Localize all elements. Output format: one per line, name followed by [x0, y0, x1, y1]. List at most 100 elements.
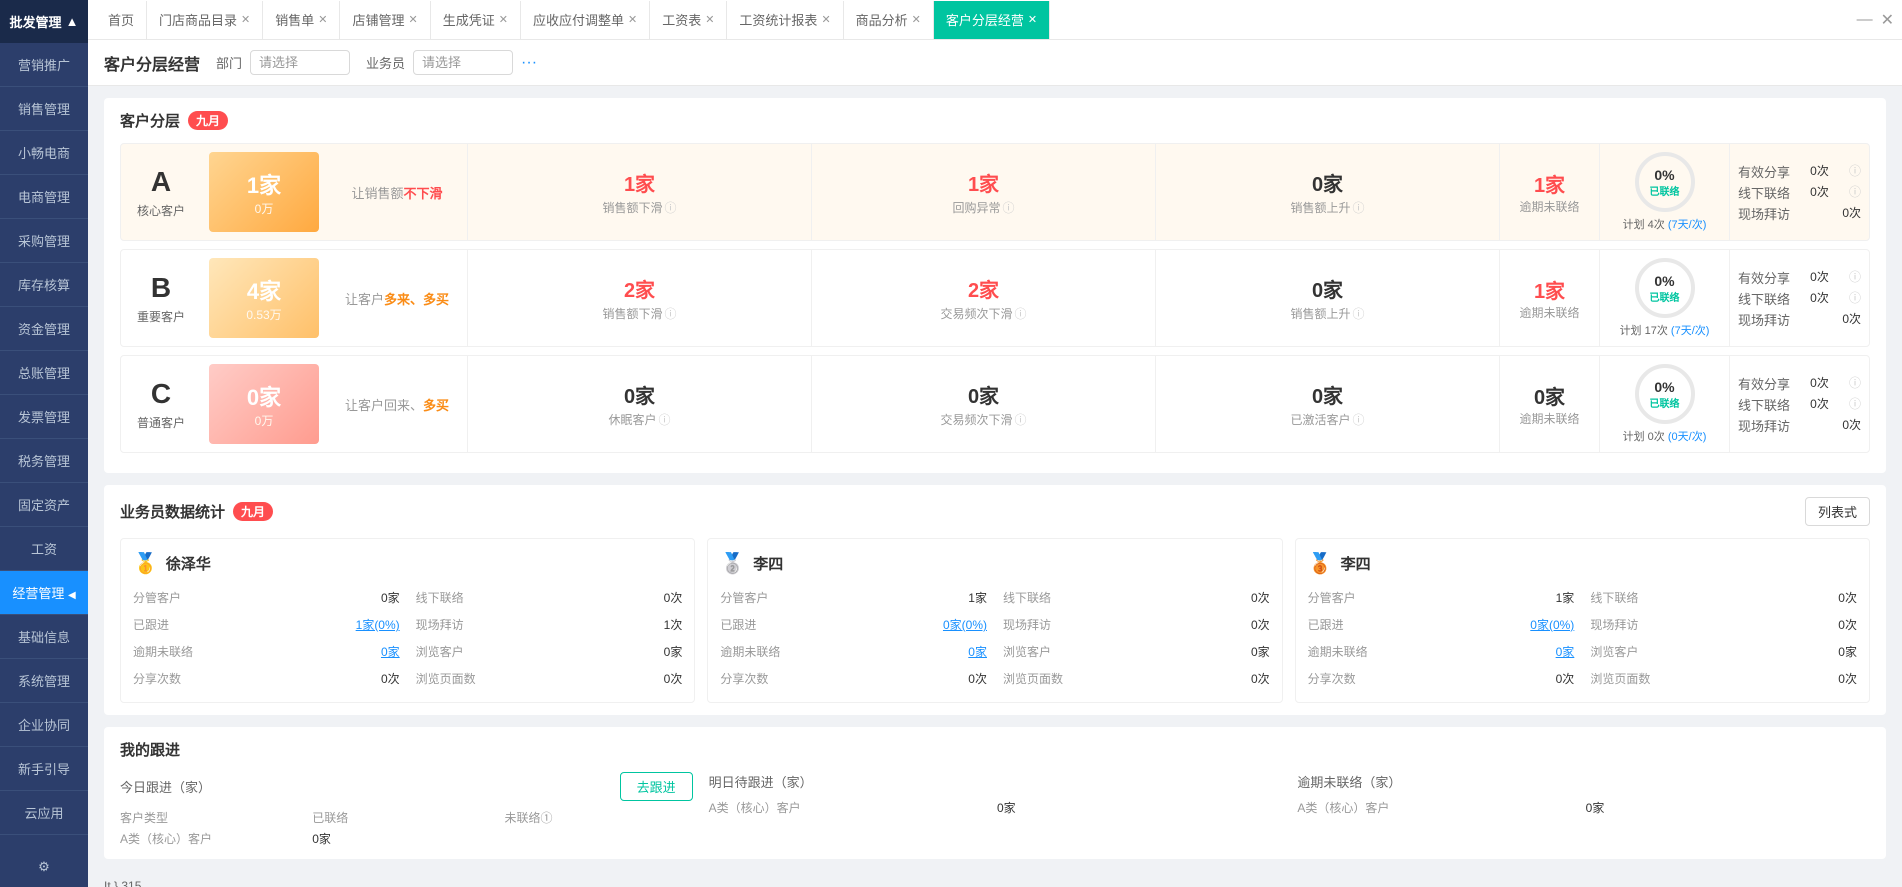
- tab-payroll[interactable]: 工资表 ✕: [650, 1, 727, 39]
- staff-section-header: 业务员数据统计 九月 列表式: [120, 497, 1870, 526]
- close-icon[interactable]: ✕: [705, 13, 714, 26]
- sidebar-item-yingxiao[interactable]: 营销推广: [0, 43, 88, 87]
- sidebar-header[interactable]: 批发管理 ▲: [0, 0, 88, 43]
- sidebar-item-xitong[interactable]: 系统管理: [0, 659, 88, 703]
- tier-label-c: C 普通客户: [121, 356, 201, 452]
- tier-count-a: 1家 0万: [209, 152, 319, 232]
- tab-generate-voucher[interactable]: 生成凭证 ✕: [431, 1, 521, 39]
- tab-bar: 首页 门店商品目录 ✕ 销售单 ✕ 店铺管理 ✕ 生成凭证 ✕ 应收应付调整单 …: [88, 0, 1902, 40]
- follow-tomorrow: 明日待跟进（家） A类（核心）客户 0家: [709, 772, 1282, 816]
- staff-name-1: 徐泽华: [166, 553, 211, 574]
- minimize-icon[interactable]: —: [1857, 11, 1873, 29]
- tab-receivable[interactable]: 应收应付调整单 ✕: [521, 1, 650, 39]
- sidebar-item-xinshouyindao[interactable]: 新手引导: [0, 747, 88, 791]
- staff-stat-row: 浏览客户 0家: [416, 640, 683, 663]
- close-icon[interactable]: ✕: [499, 13, 508, 26]
- staff-name-3: 李四: [1341, 553, 1371, 574]
- close-icon[interactable]: ✕: [409, 13, 418, 26]
- tier-stat-a-1[interactable]: 1家 销售额下滑 ⓘ: [467, 144, 811, 240]
- sidebar-item-caigou[interactable]: 采购管理: [0, 219, 88, 263]
- tier-stat-b-2[interactable]: 2家 交易频次下滑 ⓘ: [811, 250, 1155, 346]
- staff-card-3: 🥉 李四 分管客户 1家 线下联络 0次 已跟进: [1295, 538, 1870, 703]
- close-window-icon[interactable]: ✕: [1881, 10, 1894, 30]
- follow-content: 今日跟进（家） 去跟进 客户类型 已联络 未联络① A类（核心）客户 0家: [120, 772, 1870, 847]
- staff-stat-row: 浏览客户 0家: [1003, 640, 1270, 663]
- sidebar-settings[interactable]: ⚙: [0, 847, 88, 887]
- bronze-medal-icon: 🥉: [1308, 551, 1333, 576]
- tab-shop-goods[interactable]: 门店商品目录 ✕: [147, 1, 263, 39]
- sidebar-item-jingying[interactable]: 经营管理 ◀: [0, 571, 88, 615]
- staff-stat-row: 逾期未联络 0家: [133, 640, 400, 663]
- tab-goods-analysis[interactable]: 商品分析 ✕: [844, 1, 934, 39]
- close-icon[interactable]: ✕: [821, 13, 830, 26]
- staff-section: 业务员数据统计 九月 列表式 🥇 徐泽华 分管客户 0家: [104, 485, 1886, 715]
- close-icon[interactable]: ✕: [1028, 13, 1037, 26]
- staff-stat-row: 线下联络 0次: [1003, 586, 1270, 609]
- staff-section-title: 业务员数据统计 九月: [120, 501, 273, 522]
- content-area: 客户分层 九月 A 核心客户 1家 0万 让销售额不下滑 1家 销售额下滑: [88, 86, 1902, 887]
- sidebar-item-shuiwu[interactable]: 税务管理: [0, 439, 88, 483]
- staff-select[interactable]: 请选择: [413, 50, 513, 75]
- close-icon[interactable]: ✕: [318, 13, 327, 26]
- staff-card-1: 🥇 徐泽华 分管客户 0家 线下联络 0次 已跟进: [120, 538, 695, 703]
- customer-tier-title: 客户分层 九月: [120, 110, 1870, 131]
- sidebar-item-dianshang[interactable]: 电商管理: [0, 175, 88, 219]
- filter-more-icon[interactable]: ···: [521, 54, 537, 72]
- tier-contact-b[interactable]: 1家 逾期未联络: [1499, 250, 1599, 346]
- progress-circle-a: 0% 已联络: [1635, 152, 1695, 212]
- customer-tier-section: 客户分层 九月 A 核心客户 1家 0万 让销售额不下滑 1家 销售额下滑: [104, 98, 1886, 473]
- sidebar-item-kucun[interactable]: 库存核算: [0, 263, 88, 307]
- staff-card-2: 🥈 李四 分管客户 1家 线下联络 0次 已跟进: [707, 538, 1282, 703]
- sidebar-item-qiyexietong[interactable]: 企业协同: [0, 703, 88, 747]
- staff-name-2: 李四: [753, 553, 783, 574]
- tier-contact-c[interactable]: 0家 逾期未联络: [1499, 356, 1599, 452]
- staff-stat-row: 现场拜访 0次: [1003, 613, 1270, 636]
- follow-overdue-title: 逾期未联络（家）: [1297, 775, 1401, 790]
- tier-stat-b-3[interactable]: 0家 销售额上升 ⓘ: [1155, 250, 1499, 346]
- tier-stat-a-2[interactable]: 1家 回购异常 ⓘ: [811, 144, 1155, 240]
- gold-medal-icon: 🥇: [133, 551, 158, 576]
- tab-payroll-report[interactable]: 工资统计报表 ✕: [727, 1, 843, 39]
- sidebar-item-zijin[interactable]: 资金管理: [0, 307, 88, 351]
- tier-stat-c-3[interactable]: 0家 已激活客户 ⓘ: [1155, 356, 1499, 452]
- staff-stat-row: 线下联络 0次: [416, 586, 683, 609]
- tier-stat-b-1[interactable]: 2家 销售额下滑 ⓘ: [467, 250, 811, 346]
- tier-right-stats-c: 有效分享0次ⓘ 线下联络0次ⓘ 现场拜访0次: [1729, 356, 1869, 452]
- close-icon[interactable]: ✕: [628, 13, 637, 26]
- sidebar-item-fapiao[interactable]: 发票管理: [0, 395, 88, 439]
- dept-select[interactable]: 请选择: [250, 50, 350, 75]
- tier-stat-c-2[interactable]: 0家 交易频次下滑 ⓘ: [811, 356, 1155, 452]
- month-badge: 九月: [188, 111, 228, 130]
- tier-stat-a-3[interactable]: 0家 销售额上升 ⓘ: [1155, 144, 1499, 240]
- staff-stat-row: 逾期未联络 0家: [1308, 640, 1575, 663]
- tab-shop-manage[interactable]: 店铺管理 ✕: [340, 1, 430, 39]
- tab-customer-tier[interactable]: 客户分层经营 ✕: [934, 1, 1050, 39]
- sidebar-item-xiaoshou[interactable]: 销售管理: [0, 87, 88, 131]
- staff-stat-row: 现场拜访 1次: [416, 613, 683, 636]
- tier-label-a: A 核心客户: [121, 144, 201, 240]
- close-icon[interactable]: ✕: [912, 13, 921, 26]
- staff-month-badge: 九月: [233, 502, 273, 521]
- sidebar-item-xiaochangdianshang[interactable]: 小畅电商: [0, 131, 88, 175]
- close-icon[interactable]: ✕: [241, 13, 250, 26]
- staff-label: 业务员: [366, 53, 405, 72]
- sidebar-item-gudingzichan[interactable]: 固定资产: [0, 483, 88, 527]
- sidebar-item-zhangzhang[interactable]: 总账管理: [0, 351, 88, 395]
- sidebar-item-gongzi[interactable]: 工资: [0, 527, 88, 571]
- sidebar-item-jichu[interactable]: 基础信息: [0, 615, 88, 659]
- tier-slogan-a: 让销售额不下滑: [327, 144, 467, 240]
- staff-header-3: 🥉 李四: [1308, 551, 1857, 576]
- tab-home[interactable]: 首页: [96, 1, 147, 39]
- go-follow-button[interactable]: 去跟进: [620, 772, 693, 801]
- tier-stat-c-1[interactable]: 0家 休眠客户 ⓘ: [467, 356, 811, 452]
- staff-stat-row: 已跟进 0家(0%): [1308, 613, 1575, 636]
- staff-stats-1: 分管客户 0家 线下联络 0次 已跟进 1家(0%) 现场拜访: [133, 586, 682, 690]
- tab-sale-order[interactable]: 销售单 ✕: [263, 1, 340, 39]
- sidebar-item-yunyingyong[interactable]: 云应用: [0, 791, 88, 835]
- follow-overdue: 逾期未联络（家） A类（核心）客户 0家: [1297, 772, 1870, 816]
- list-view-button[interactable]: 列表式: [1805, 497, 1870, 526]
- tier-right-stats-a: 有效分享0次ⓘ 线下联络0次ⓘ 现场拜访0次: [1729, 144, 1869, 240]
- follow-section-title: 我的跟进: [120, 739, 1870, 760]
- tier-contact-a[interactable]: 1家 逾期未联络: [1499, 144, 1599, 240]
- page-title: 客户分层经营: [104, 51, 200, 75]
